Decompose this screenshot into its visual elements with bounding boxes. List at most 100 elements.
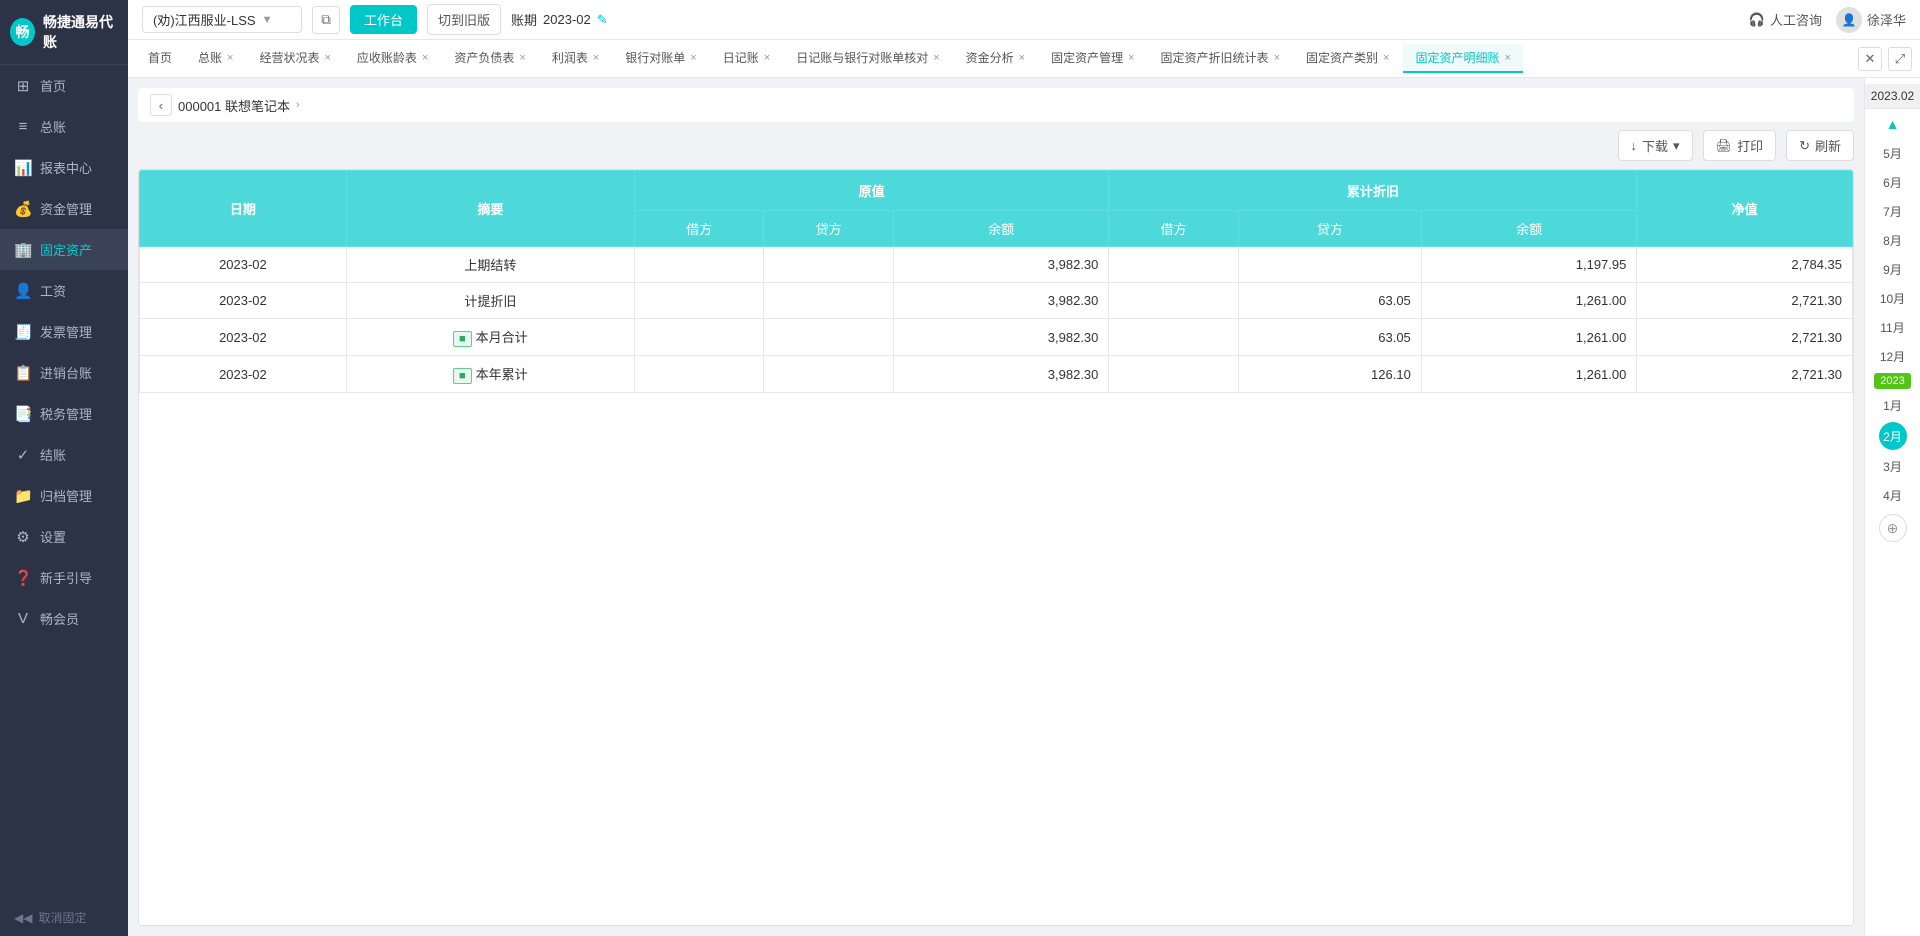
date-month-3月[interactable]: 3月	[1879, 452, 1907, 481]
table-cell: 1,197.95	[1421, 247, 1637, 283]
tab-balance[interactable]: 资产负债表×	[442, 44, 537, 73]
sidebar-logo: 畅 畅捷通易代账	[0, 0, 128, 65]
sidebar-item-home[interactable]: ⊞首页	[0, 65, 128, 106]
invoice-icon: 🧾	[14, 323, 32, 341]
tab-profit[interactable]: 利润表×	[540, 44, 611, 73]
tab-management[interactable]: 经营状况表×	[247, 44, 342, 73]
table-row: 2023-02计提折旧3,982.3063.051,261.002,721.30	[140, 283, 1853, 319]
sub-col-header-借方: 借方	[634, 211, 763, 247]
tab-close-fixed_depre[interactable]: ×	[1274, 52, 1280, 64]
sidebar-item-ledger[interactable]: ≡总账	[0, 106, 128, 147]
tab-receivable[interactable]: 应收账龄表×	[345, 44, 440, 73]
tab-journal[interactable]: 日记账×	[711, 44, 782, 73]
tab-close-management[interactable]: ×	[324, 52, 330, 64]
sidebar-item-guide[interactable]: ❓新手引导	[0, 557, 128, 598]
copy-button[interactable]: ⧉	[312, 6, 340, 34]
table-cell: 2,721.30	[1637, 356, 1853, 393]
sidebar-item-fund[interactable]: 💰资金管理	[0, 188, 128, 229]
tab-fund[interactable]: 资金分析×	[954, 44, 1037, 73]
user-menu[interactable]: 👤 徐泽华	[1836, 7, 1906, 33]
download-button[interactable]: ↓ 下载 ▾	[1618, 130, 1693, 161]
date-month-7月[interactable]: 7月	[1876, 197, 1909, 226]
date-month-11月[interactable]: 11月	[1876, 313, 1909, 342]
tabbar: 首页总账×经营状况表×应收账龄表×资产负债表×利润表×银行对账单×日记账×日记账…	[128, 40, 1920, 78]
ledger-icon: ≡	[14, 118, 32, 135]
table-cell: 2023-02	[140, 247, 347, 283]
workbench-button[interactable]: 工作台	[350, 5, 417, 34]
sidebar-label-invoice: 发票管理	[40, 322, 92, 341]
tab-fixed_type[interactable]: 固定资产类别×	[1294, 44, 1401, 73]
tab-close-fund[interactable]: ×	[1019, 52, 1025, 64]
sidebar-item-sales[interactable]: 📋进销台账	[0, 352, 128, 393]
tab-close-fixed_type[interactable]: ×	[1383, 52, 1389, 64]
settings-icon: ⚙	[14, 528, 32, 546]
sidebar-item-salary[interactable]: 👤工资	[0, 270, 128, 311]
sidebar-item-archive[interactable]: 📁归档管理	[0, 475, 128, 516]
fixed-asset-detail-table: 日期摘要原值累计折旧净值 借方贷方余额借方贷方余额 2023-02上期结转3,9…	[138, 169, 1854, 926]
sidebar-item-invoice[interactable]: 🧾 发票管理	[0, 311, 128, 352]
table-row: 2023-02上期结转3,982.301,197.952,784.35	[140, 247, 1853, 283]
sidebar-item-settle[interactable]: ✓结账	[0, 434, 128, 475]
maximize-button[interactable]: ⤢	[1888, 47, 1912, 71]
sidebar-label-fund: 资金管理	[40, 199, 92, 218]
tab-close-fixed_detail[interactable]: ×	[1504, 52, 1510, 64]
sidebar-label-vip: 畅会员	[40, 609, 79, 628]
period-edit-icon[interactable]: ✎	[597, 12, 608, 28]
date-month-10月[interactable]: 10月	[1876, 284, 1909, 313]
tab-close-bank[interactable]: ×	[690, 52, 696, 64]
sub-col-header-余额: 余额	[1421, 211, 1637, 247]
left-arrow-icon: ◀◀	[14, 911, 32, 925]
tab-close-ledger[interactable]: ×	[227, 52, 233, 64]
tab-reconcile[interactable]: 日记账与银行对账单核对×	[784, 44, 951, 73]
tab-label-fixed_depre: 固定资产折旧统计表	[1161, 49, 1269, 66]
sidebar-item-fixed[interactable]: 🏢固定资产	[0, 229, 128, 270]
date-month-12月[interactable]: 12月	[1876, 342, 1909, 371]
company-selector[interactable]: (劝)江西服业-LSS ▼	[142, 6, 302, 33]
date-month-9月[interactable]: 9月	[1876, 255, 1909, 284]
consult-button[interactable]: 🎧 人工咨询	[1749, 10, 1822, 29]
username: 徐泽华	[1867, 10, 1906, 29]
sidebar-item-report[interactable]: 📊报表中心	[0, 147, 128, 188]
date-month-8月[interactable]: 8月	[1876, 226, 1909, 255]
print-button[interactable]: 🖨 打印	[1703, 130, 1777, 161]
avatar: 👤	[1836, 7, 1862, 33]
sidebar: 畅 畅捷通易代账 ⊞首页≡总账📊报表中心💰资金管理🏢固定资产👤工资 🧾 发票管理 📋进…	[0, 0, 128, 936]
date-panel-up-button[interactable]: ▲	[1882, 113, 1904, 135]
consult-label: 人工咨询	[1770, 10, 1822, 29]
tab-close-balance[interactable]: ×	[519, 52, 525, 64]
switch-version-button[interactable]: 切到旧版	[427, 4, 501, 35]
col-header-摘要: 摘要	[346, 171, 634, 247]
company-dropdown-icon: ▼	[262, 14, 273, 26]
tab-close-fixed_mgmt[interactable]: ×	[1128, 52, 1134, 64]
sidebar-item-vip[interactable]: V畅会员	[0, 598, 128, 639]
sidebar-item-settings[interactable]: ⚙设置	[0, 516, 128, 557]
tab-fixed_detail[interactable]: 固定资产明细账×	[1403, 44, 1522, 73]
date-month-2月[interactable]: 2月	[1879, 422, 1907, 450]
tab-close-journal[interactable]: ×	[764, 52, 770, 64]
tab-fixed_mgmt[interactable]: 固定资产管理 ×	[1039, 44, 1146, 73]
refresh-button[interactable]: ↻ 刷新	[1786, 130, 1854, 161]
tab-close-profit[interactable]: ×	[593, 52, 599, 64]
date-month-4月[interactable]: 4月	[1879, 481, 1907, 510]
tab-label-fixed_mgmt: 固定资产管理	[1051, 49, 1123, 66]
table-cell: 3,982.30	[893, 356, 1109, 393]
download-label: 下载	[1642, 136, 1668, 155]
sidebar-label-home: 首页	[40, 76, 66, 95]
sidebar-item-tax[interactable]: 📑税务管理	[0, 393, 128, 434]
date-month-5月[interactable]: 5月	[1876, 139, 1909, 168]
salary-icon: 👤	[14, 282, 32, 300]
date-panel-extra-btn[interactable]: ⊕	[1879, 514, 1907, 542]
tab-close-receivable[interactable]: ×	[422, 52, 428, 64]
tab-bank[interactable]: 银行对账单×	[613, 44, 708, 73]
breadcrumb-back-button[interactable]: ‹	[150, 94, 172, 116]
tab-ledger[interactable]: 总账×	[186, 44, 245, 73]
sidebar-unpin[interactable]: ◀◀ 取消固定	[0, 899, 128, 936]
close-all-tabs-button[interactable]: ✕	[1858, 47, 1882, 71]
table-cell: ■本年累计	[346, 356, 634, 393]
date-month-1月[interactable]: 1月	[1879, 391, 1907, 420]
date-month-6月[interactable]: 6月	[1876, 168, 1909, 197]
tab-fixed_depre[interactable]: 固定资产折旧统计表 ×	[1149, 44, 1292, 73]
tab-close-reconcile[interactable]: ×	[933, 52, 939, 64]
refresh-label: 刷新	[1815, 136, 1841, 155]
tab-home[interactable]: 首页	[136, 44, 184, 73]
